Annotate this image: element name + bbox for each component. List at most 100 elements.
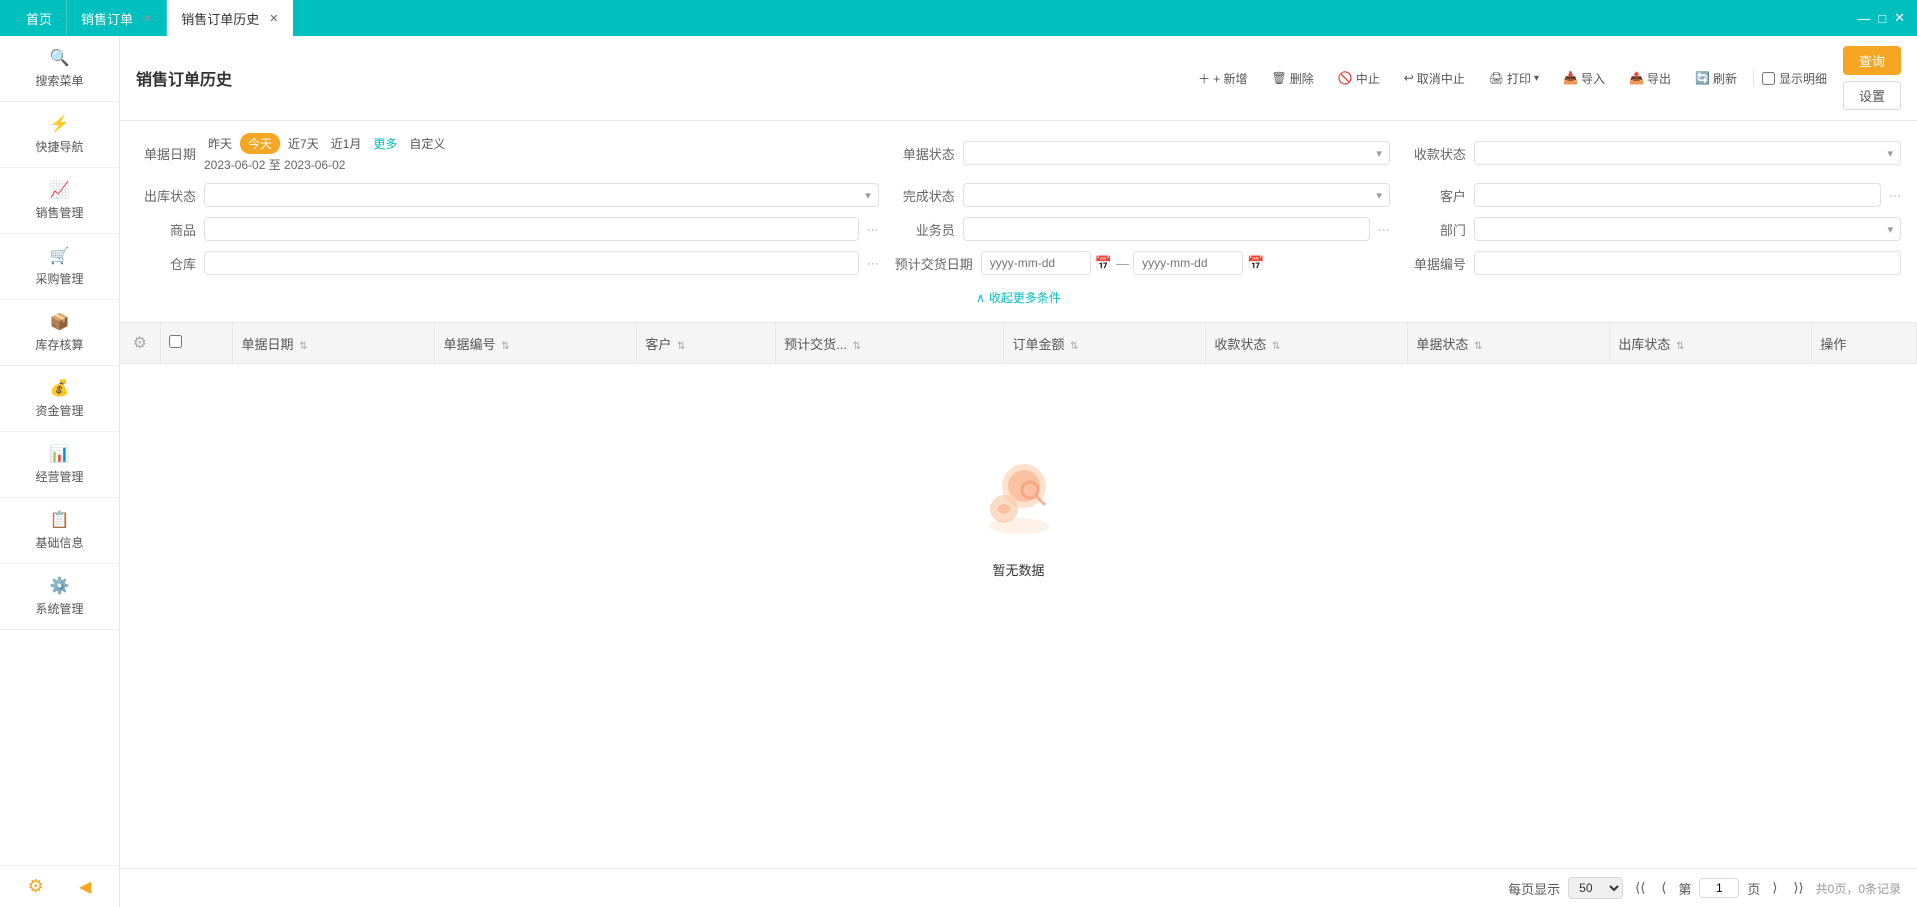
warehouse-ellipsis[interactable]: ··· [867,256,879,270]
col-expected-delivery[interactable]: 预计交货... ⇅ [776,323,1004,364]
delivery-date-to-icon[interactable]: 📅 [1247,255,1264,272]
toolbar-divider [1753,70,1754,86]
sidebar-toggle-icon[interactable]: ◀ [79,877,91,897]
col-date-label: 单据日期 [241,337,293,352]
last-page-button[interactable]: ⟩⟩ [1789,878,1807,898]
tab-sales-order-history[interactable]: 销售订单历史 ✕ [167,0,293,36]
export-button[interactable]: 📤 导出 [1621,66,1679,91]
date-btn-last7[interactable]: 近7天 [284,133,323,154]
sidebar-item-search-menu[interactable]: 🔍 搜索菜单 [0,36,119,102]
sys-mgmt-icon: ⚙️ [50,576,70,596]
current-page-input[interactable] [1699,878,1739,898]
filter-expected-delivery: 预计交货日期 📅 — 📅 [895,251,1390,275]
col-payment-status[interactable]: 收款状态 ⇅ [1206,323,1408,364]
sidebar-item-operations[interactable]: 📊 经营管理 [0,432,119,498]
sidebar-item-purchase-mgmt[interactable]: 🛒 采购管理 [0,234,119,300]
sidebar-item-sales-mgmt[interactable]: 📈 销售管理 [0,168,119,234]
empty-text: 暂无数据 [992,560,1044,579]
date-btn-custom[interactable]: 自定义 [405,133,449,154]
search-menu-icon: 🔍 [50,48,70,68]
table-header-row: ⚙ 单据日期 ⇅ 单据编号 ⇅ [120,323,1917,364]
filter-order-number: 单据编号 [1406,251,1901,275]
filter-row-3: 商品 ··· 业务员 ··· 部门 [136,217,1901,241]
payment-status-label: 收款状态 [1406,144,1466,163]
import-button[interactable]: 📥 导入 [1555,66,1613,91]
new-button[interactable]: ＋ + 新增 [1190,66,1255,91]
delivery-date-from[interactable] [981,251,1091,275]
sidebar-item-inventory[interactable]: 📦 库存核算 [0,300,119,366]
date-btn-more[interactable]: 更多 [369,133,401,154]
date-btn-last1month[interactable]: 近1月 [327,133,366,154]
warehouse-label: 仓库 [136,254,196,273]
minimize-icon[interactable]: — [1857,11,1870,26]
prev-page-button[interactable]: ⟨ [1657,878,1670,898]
order-status-select[interactable] [963,141,1390,165]
tab-sales-order[interactable]: 销售订单 ✕ [67,0,167,36]
tab-home[interactable]: 首页 [12,0,67,36]
total-info: 共0页，0条记录 [1816,880,1901,897]
sidebar: 🔍 搜索菜单 ⚡ 快捷导航 📈 销售管理 🛒 采购管理 📦 库存核算 💰 资金管… [0,36,120,907]
customer-ellipsis[interactable]: ··· [1889,188,1901,202]
salesperson-ellipsis[interactable]: ··· [1378,222,1390,236]
sidebar-item-sys-mgmt[interactable]: ⚙️ 系统管理 [0,564,119,630]
filter-completion-status: 完成状态 [895,183,1390,207]
display-detail-toggle[interactable]: 显示明细 [1762,70,1827,87]
page-size-select[interactable]: 50 10 20 100 [1568,877,1623,899]
payment-status-select[interactable] [1474,141,1901,165]
page-size-label: 每页显示 [1508,879,1560,898]
sidebar-item-quick-nav-label: 快捷导航 [35,138,83,155]
select-all-checkbox[interactable] [169,335,182,348]
delivery-date-to[interactable] [1133,251,1243,275]
display-detail-checkbox[interactable] [1762,72,1775,85]
collapse-row[interactable]: ∧ 收起更多条件 [136,285,1901,310]
topbar-right: — □ ✕ [1857,10,1905,26]
completion-status-select[interactable] [963,183,1390,207]
first-page-button[interactable]: ⟨⟨ [1631,878,1649,898]
sidebar-item-search-menu-label: 搜索菜单 [35,72,83,89]
stop-button[interactable]: 🚫 中止 [1330,66,1388,91]
table-settings-icon[interactable]: ⚙ [133,335,147,352]
sidebar-item-quick-nav[interactable]: ⚡ 快捷导航 [0,102,119,168]
department-select[interactable] [1474,217,1901,241]
col-date[interactable]: 单据日期 ⇅ [233,323,435,364]
next-page-button[interactable]: ⟩ [1768,878,1781,898]
filter-order-status: 单据状态 [895,141,1390,165]
col-amount[interactable]: 订单金额 ⇅ [1004,323,1206,364]
delivery-status-select[interactable] [204,183,879,207]
filter-row-2: 出库状态 完成状态 客户 [136,183,1901,207]
print-button[interactable]: 🖨 打印 ▾ [1481,66,1547,91]
col-checkbox [160,323,233,364]
col-order-no[interactable]: 单据编号 ⇅ [435,323,637,364]
salesperson-input[interactable] [963,217,1370,241]
col-customer[interactable]: 客户 ⇅ [637,323,776,364]
delete-button[interactable]: 🗑 删除 [1263,66,1321,91]
sidebar-item-sales-mgmt-label: 销售管理 [35,204,83,221]
tab-sales-order-close[interactable]: ✕ [143,12,152,25]
restore-icon[interactable]: □ [1878,11,1886,26]
cancel-stop-button[interactable]: ↩ 取消中止 [1396,66,1473,91]
topbar-close-icon[interactable]: ✕ [1894,10,1905,26]
order-number-input[interactable] [1474,251,1901,275]
settings-button[interactable]: 设置 [1843,81,1901,110]
customer-input[interactable] [1474,183,1881,207]
col-date-sort: ⇅ [299,341,307,352]
query-button[interactable]: 查询 [1843,46,1901,75]
product-ellipsis[interactable]: ··· [867,222,879,236]
date-btn-today[interactable]: 今天 [240,133,280,154]
sidebar-settings-icon[interactable]: ⚙ [28,876,44,897]
product-input[interactable] [204,217,859,241]
col-delivery-status[interactable]: 出库状态 ⇅ [1610,323,1812,364]
col-amount-label: 订单金额 [1012,337,1064,352]
sidebar-item-finance[interactable]: 💰 资金管理 [0,366,119,432]
col-order-status[interactable]: 单据状态 ⇅ [1408,323,1610,364]
new-label: + 新增 [1213,70,1247,87]
date-btn-yesterday[interactable]: 昨天 [204,133,236,154]
tab-sales-order-history-close[interactable]: ✕ [269,12,278,25]
filter-row-1: 单据日期 昨天 今天 近7天 近1月 更多 自定义 2023-06-02 至 2… [136,133,1901,173]
filter-date: 单据日期 昨天 今天 近7天 近1月 更多 自定义 2023-06-02 至 2… [136,133,879,173]
collapse-up-icon: ∧ [976,291,985,305]
delivery-date-from-icon[interactable]: 📅 [1095,255,1112,272]
sidebar-item-base-info[interactable]: 📋 基础信息 [0,498,119,564]
refresh-button[interactable]: 🔄 刷新 [1687,66,1745,91]
warehouse-input[interactable] [204,251,859,275]
